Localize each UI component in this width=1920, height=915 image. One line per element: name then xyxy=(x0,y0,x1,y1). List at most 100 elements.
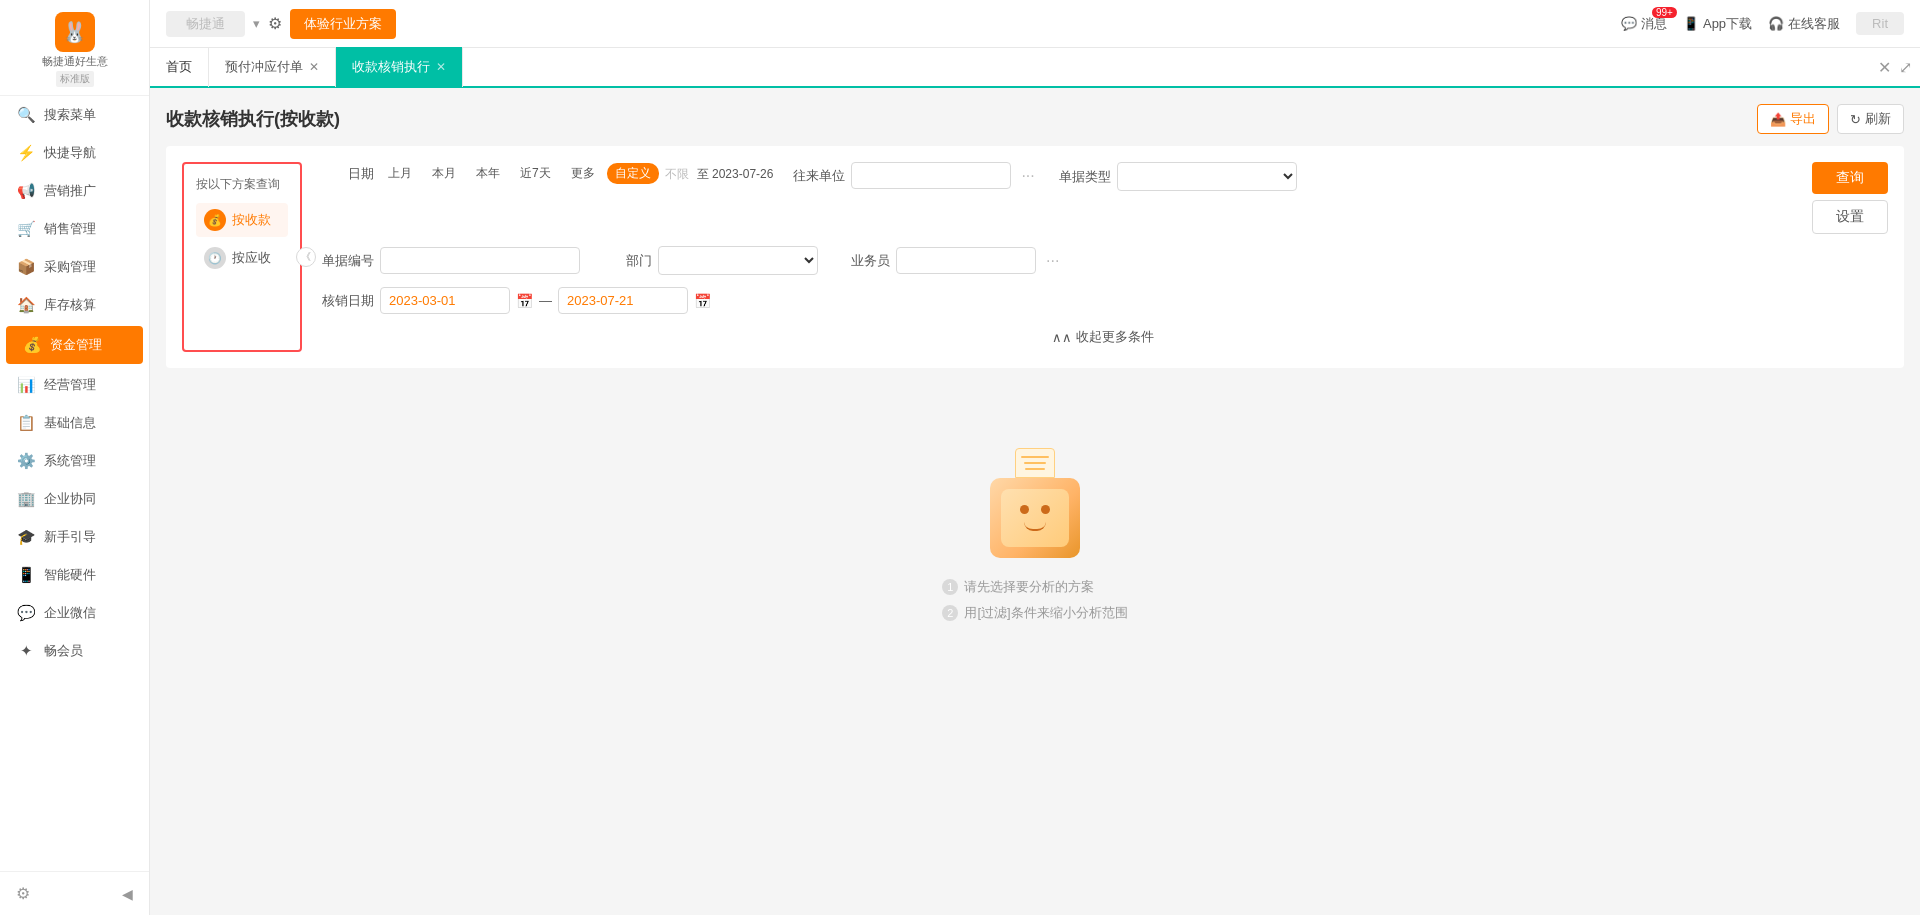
sidebar-item-finance[interactable]: 💰 资金管理 xyxy=(6,326,143,364)
writeoff-date-range: 2023-03-01 📅 — 2023-07-21 📅 xyxy=(380,287,711,314)
step1-icon: 1 xyxy=(942,579,958,595)
counterpart-dots-icon[interactable]: ··· xyxy=(1021,167,1034,185)
doctype-label: 单据类型 xyxy=(1055,168,1111,186)
sidebar-label-enterprise: 企业协同 xyxy=(44,490,96,508)
sidebar-item-system[interactable]: ⚙️ 系统管理 xyxy=(0,442,149,480)
sidebar-icon-purchase: 📦 xyxy=(16,258,36,276)
tab-home[interactable]: 首页 xyxy=(150,47,209,87)
date-tab-custom[interactable]: 自定义 xyxy=(607,163,659,184)
staff-input[interactable] xyxy=(896,247,1036,274)
sidebar-item-quicknav[interactable]: ⚡ 快捷导航 xyxy=(0,134,149,172)
service-icon: 🎧 xyxy=(1768,16,1784,31)
settings-icon[interactable]: ⚙ xyxy=(16,884,30,903)
tab-close-all-icon[interactable]: ✕ xyxy=(1878,58,1891,77)
sidebar-label-finance: 资金管理 xyxy=(50,336,102,354)
sidebar-item-search[interactable]: 🔍 搜索菜单 xyxy=(0,96,149,134)
query-button[interactable]: 查询 xyxy=(1812,162,1888,194)
service-button[interactable]: 🎧 在线客服 xyxy=(1768,15,1840,33)
sidebar-item-purchase[interactable]: 📦 采购管理 xyxy=(0,248,149,286)
page-actions: 📤 导出 ↻ 刷新 xyxy=(1757,104,1904,134)
sidebar-icon-finance: 💰 xyxy=(22,336,42,354)
msg-badge: 99+ xyxy=(1652,7,1677,18)
header-dropdown-icon[interactable]: ▾ xyxy=(253,16,260,31)
sidebar-icon-hardware: 📱 xyxy=(16,566,36,584)
collapse-sidebar-icon[interactable]: ◀ xyxy=(122,886,133,902)
refresh-button[interactable]: ↻ 刷新 xyxy=(1837,104,1904,134)
tab-expand-icon[interactable]: ⤢ xyxy=(1899,58,1912,77)
sidebar-item-hardware[interactable]: 📱 智能硬件 xyxy=(0,556,149,594)
export-label: 导出 xyxy=(1790,110,1816,128)
query-option-receivable[interactable]: 🕐 按应收 xyxy=(196,241,288,275)
logo-name: 畅捷通好生意 xyxy=(42,54,108,69)
header-gear-icon[interactable]: ⚙ xyxy=(268,14,282,33)
sidebar-label-guide: 新手引导 xyxy=(44,528,96,546)
logo-icon: 🐰 xyxy=(55,12,95,52)
date-tab-7days[interactable]: 近7天 xyxy=(512,162,559,185)
page-content: 收款核销执行(按收款) 📤 导出 ↻ 刷新 按以下方案查询 💰 按收款 xyxy=(150,88,1920,915)
sidebar-label-sales: 销售管理 xyxy=(44,220,96,238)
msg-icon: 💬 xyxy=(1621,16,1637,31)
sidebar-icon-guide: 🎓 xyxy=(16,528,36,546)
msg-button[interactable]: 💬 消息 99+ xyxy=(1621,15,1667,33)
date-tab-more[interactable]: 更多 xyxy=(563,162,603,185)
dept-select[interactable] xyxy=(658,246,818,275)
staff-dots-icon[interactable]: ··· xyxy=(1046,252,1059,270)
docnum-label: 单据编号 xyxy=(318,252,374,270)
step2-icon: 2 xyxy=(942,605,958,621)
sidebar: 🐰 畅捷通好生意 标准版 🔍 搜索菜单 ⚡ 快捷导航 📢 营销推广 🛒 销售管理… xyxy=(0,0,150,915)
sidebar-icon-basic: 📋 xyxy=(16,414,36,432)
sidebar-item-guide[interactable]: 🎓 新手引导 xyxy=(0,518,149,556)
docnum-input[interactable] xyxy=(380,247,580,274)
query-option-receipt[interactable]: 💰 按收款 xyxy=(196,203,288,237)
doctype-select[interactable] xyxy=(1117,162,1297,191)
sidebar-icon-marketing: 📢 xyxy=(16,182,36,200)
writeoff-date-start-cal-icon[interactable]: 📅 xyxy=(516,293,533,309)
app-label: App下载 xyxy=(1703,15,1752,33)
export-button[interactable]: 📤 导出 xyxy=(1757,104,1829,134)
service-label: 在线客服 xyxy=(1788,15,1840,33)
tab-prepay-close[interactable]: ✕ xyxy=(309,60,319,74)
sidebar-item-operation[interactable]: 📊 经营管理 xyxy=(0,366,149,404)
sidebar-item-sales[interactable]: 🛒 销售管理 xyxy=(0,210,149,248)
writeoff-date-end-input[interactable]: 2023-07-21 xyxy=(558,287,688,314)
receipt-option-label: 按收款 xyxy=(232,211,271,229)
receipt-option-icon: 💰 xyxy=(204,209,226,231)
sidebar-icon-operation: 📊 xyxy=(16,376,36,394)
date-tab-thismonth[interactable]: 本月 xyxy=(424,162,464,185)
counterpart-input[interactable] xyxy=(851,162,1011,189)
tab-receipt-offset-close[interactable]: ✕ xyxy=(436,60,446,74)
logo-badge: 标准版 xyxy=(56,71,94,87)
date-unlimited-text: 不限 xyxy=(665,166,689,183)
page-header: 收款核销执行(按收款) 📤 导出 ↻ 刷新 xyxy=(166,104,1904,134)
app-icon: 📱 xyxy=(1683,16,1699,31)
writeoff-date-end-cal-icon[interactable]: 📅 xyxy=(694,293,711,309)
sidebar-item-basic[interactable]: 📋 基础信息 xyxy=(0,404,149,442)
date-dash: — xyxy=(539,293,552,308)
sidebar-label-system: 系统管理 xyxy=(44,452,96,470)
date-to-text: 至 2023-07-26 xyxy=(697,166,774,183)
sidebar-icon-wechat: 💬 xyxy=(16,604,36,622)
date-tab-thisyear[interactable]: 本年 xyxy=(468,162,508,185)
date-label: 日期 xyxy=(318,165,374,183)
tab-bar: 首页 预付冲应付单 ✕ 收款核销执行 ✕ ✕ ⤢ xyxy=(150,48,1920,88)
tab-prepay-label: 预付冲应付单 xyxy=(225,58,303,76)
collapse-more-btn[interactable]: ∧∧ 收起更多条件 xyxy=(318,322,1888,352)
writeoff-date-start-input[interactable]: 2023-03-01 xyxy=(380,287,510,314)
sidebar-icon-system: ⚙️ xyxy=(16,452,36,470)
sidebar-item-wechat[interactable]: 💬 企业微信 xyxy=(0,594,149,632)
sidebar-item-enterprise[interactable]: 🏢 企业协同 xyxy=(0,480,149,518)
date-tabs: 上月 本月 本年 近7天 更多 自定义 xyxy=(380,162,659,185)
query-selector-collapse-btn[interactable]: 《 xyxy=(296,247,316,267)
sidebar-icon-enterprise: 🏢 xyxy=(16,490,36,508)
solution-button[interactable]: 体验行业方案 xyxy=(290,9,396,39)
sidebar-item-member[interactable]: ✦ 畅会员 xyxy=(0,632,149,670)
tab-receipt-offset[interactable]: 收款核销执行 ✕ xyxy=(336,47,463,87)
sidebar-item-inventory[interactable]: 🏠 库存核算 xyxy=(0,286,149,324)
app-download-button[interactable]: 📱 App下载 xyxy=(1683,15,1752,33)
sidebar-icon-inventory: 🏠 xyxy=(16,296,36,314)
setting-button[interactable]: 设置 xyxy=(1812,200,1888,234)
tab-prepay[interactable]: 预付冲应付单 ✕ xyxy=(209,47,336,87)
date-tab-lastmonth[interactable]: 上月 xyxy=(380,162,420,185)
sidebar-item-marketing[interactable]: 📢 营销推广 xyxy=(0,172,149,210)
header-right: 💬 消息 99+ 📱 App下载 🎧 在线客服 Rit xyxy=(1621,12,1904,35)
